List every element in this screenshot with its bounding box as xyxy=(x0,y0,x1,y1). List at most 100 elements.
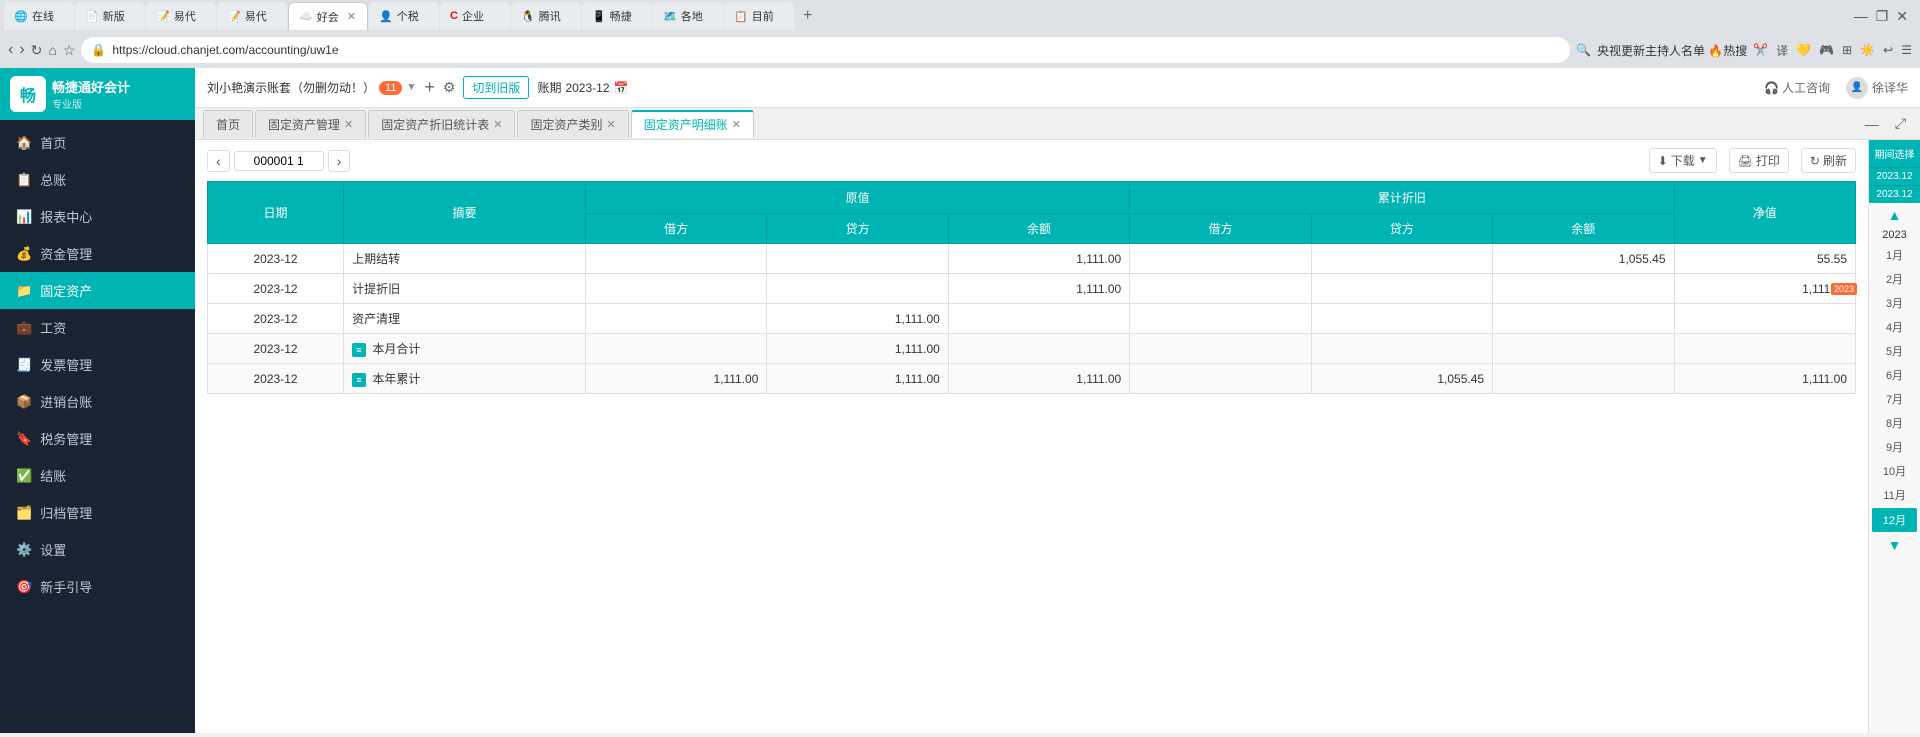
guide-icon: 🎯 xyxy=(16,579,32,595)
sidebar-item-label: 新手引导 xyxy=(40,577,92,596)
period-month-10[interactable]: 10月 xyxy=(1869,459,1920,483)
refresh-btn[interactable]: ↻ 刷新 xyxy=(1801,148,1856,173)
tab-close[interactable]: ✕ xyxy=(732,118,741,131)
sidebar-item-label: 归档管理 xyxy=(40,503,92,522)
scissors-icon[interactable]: ✂️ xyxy=(1753,43,1768,57)
print-label: 打印 xyxy=(1756,152,1780,169)
tab-fixed-assets-mgmt[interactable]: 固定资产管理 ✕ xyxy=(255,110,366,138)
tab-minimize-ctrl[interactable]: — xyxy=(1859,113,1885,134)
tab-item-10[interactable]: 🗺️ 各地 xyxy=(653,2,723,30)
period-panel-title: 期间选择 xyxy=(1869,140,1920,167)
tab-close[interactable]: ✕ xyxy=(493,118,502,131)
tab-item-2[interactable]: 📄 新版 xyxy=(75,2,145,30)
tab-icon: 📋 xyxy=(734,10,748,23)
period-month-3[interactable]: 3月 xyxy=(1869,291,1920,315)
period-month-1[interactable]: 1月 xyxy=(1869,243,1920,267)
sidebar-item-funds[interactable]: 💰 资金管理 xyxy=(0,235,195,272)
tab-homepage[interactable]: 首页 xyxy=(203,110,253,138)
browser-minimize-btn[interactable]: — xyxy=(1854,8,1868,24)
period-month-7[interactable]: 7月 xyxy=(1869,387,1920,411)
print-btn[interactable]: 🖨 打印 xyxy=(1729,148,1789,173)
tab-item-4[interactable]: 📝 易代 xyxy=(217,2,287,30)
tab-asset-category[interactable]: 固定资产类别 ✕ xyxy=(517,110,628,138)
download-btn[interactable]: ⬇ 下载 ▼ xyxy=(1649,148,1717,173)
tab-item-5-active[interactable]: ☁️ 好会 ✕ xyxy=(288,2,368,30)
sidebar-item-fixed-assets[interactable]: 📁 固定资产 xyxy=(0,272,195,309)
tab-expand-ctrl[interactable]: ⤢ xyxy=(1889,113,1912,134)
cell-acc-debit xyxy=(1130,244,1311,274)
tab-icon: 📝 xyxy=(227,10,241,23)
tab-add-button[interactable]: + xyxy=(795,7,820,25)
user-area[interactable]: 👤 徐译华 xyxy=(1846,77,1908,99)
sidebar-item-reports[interactable]: 📊 报表中心 xyxy=(0,198,195,235)
period-month-12-active[interactable]: 12月 xyxy=(1872,508,1917,532)
company-select[interactable]: 刘小艳演示账套（勿删勿动！） 11 ▼ xyxy=(207,79,416,96)
tab-item-9[interactable]: 📱 畅捷 xyxy=(582,2,652,30)
period-scroll-down[interactable]: ▼ xyxy=(1869,533,1920,557)
tab-close[interactable]: ✕ xyxy=(607,118,616,131)
tab-depreciation-stats[interactable]: 固定资产折旧统计表 ✕ xyxy=(368,110,515,138)
sidebar-item-archive[interactable]: 🗂️ 归档管理 xyxy=(0,494,195,531)
period-month-4[interactable]: 4月 xyxy=(1869,315,1920,339)
switch-version-btn[interactable]: 切到旧版 xyxy=(463,76,529,99)
tax-icon: 🔖 xyxy=(16,431,32,447)
menu-icon[interactable]: ☰ xyxy=(1901,43,1912,57)
cell-orig-balance xyxy=(948,304,1129,334)
tab-icon: ☁️ xyxy=(299,10,313,23)
period-month-5[interactable]: 5月 xyxy=(1869,339,1920,363)
nav-back-btn[interactable]: ‹ xyxy=(8,41,13,59)
tab-close[interactable]: ✕ xyxy=(344,118,353,131)
wallet-icon[interactable]: 💛 xyxy=(1796,43,1811,57)
cell-net-value: 1,111.00 xyxy=(1674,364,1856,394)
tab-label: 固定资产明细账 xyxy=(644,116,728,133)
sidebar-item-close-period[interactable]: ✅ 结账 xyxy=(0,457,195,494)
tab-item-3[interactable]: 📝 易代 xyxy=(146,2,216,30)
period-month-11[interactable]: 11月 xyxy=(1869,483,1920,507)
sidebar-item-payroll[interactable]: 💼 工资 xyxy=(0,309,195,346)
grid-icon[interactable]: ⊞ xyxy=(1842,43,1852,57)
sidebar-item-ledger[interactable]: 📋 总账 xyxy=(0,161,195,198)
sidebar-item-settings[interactable]: ⚙️ 设置 xyxy=(0,531,195,568)
sidebar-item-tax[interactable]: 🔖 税务管理 xyxy=(0,420,195,457)
sidebar-item-invoices[interactable]: 🧾 发票管理 xyxy=(0,346,195,383)
tab-item-7[interactable]: C 企业 xyxy=(440,2,510,30)
cell-acc-debit xyxy=(1130,334,1311,364)
url-input[interactable] xyxy=(112,43,1560,57)
tab-close-icon[interactable]: ✕ xyxy=(347,10,356,23)
browser-restore-btn[interactable]: ❐ xyxy=(1876,8,1889,25)
undo-icon[interactable]: ↩ xyxy=(1883,43,1893,57)
sidebar-item-guide[interactable]: 🎯 新手引导 xyxy=(0,568,195,605)
tab-label: 固定资产管理 xyxy=(268,116,340,133)
translate-icon[interactable]: 译 xyxy=(1776,42,1788,59)
period-month-2[interactable]: 2月 xyxy=(1869,267,1920,291)
dropdown-icon: ▼ xyxy=(1698,155,1708,166)
browser-close-btn[interactable]: ✕ xyxy=(1896,8,1908,25)
tab-item-6[interactable]: 👤 个税 xyxy=(369,2,439,30)
calendar-icon[interactable]: 📅 xyxy=(614,81,629,95)
brightness-icon[interactable]: ☀️ xyxy=(1860,43,1875,57)
help-btn[interactable]: 🎧 人工咨询 xyxy=(1764,79,1830,96)
nav-home-btn[interactable]: ⌂ xyxy=(48,42,56,58)
period-month-8[interactable]: 8月 xyxy=(1869,411,1920,435)
nav-forward-btn[interactable]: › xyxy=(19,41,24,59)
period-month-9[interactable]: 9月 xyxy=(1869,435,1920,459)
tab-item-11[interactable]: 📋 目前 xyxy=(724,2,794,30)
sidebar-item-home[interactable]: 🏠 首页 xyxy=(0,124,195,161)
tab-item-1[interactable]: 🌐 在线 xyxy=(4,2,74,30)
nav-refresh-btn[interactable]: ↻ xyxy=(31,42,43,59)
cell-date: 2023-12 xyxy=(208,364,344,394)
period-scroll-up[interactable]: ▲ xyxy=(1869,203,1920,227)
tab-item-8[interactable]: 🐧 腾讯 xyxy=(511,2,581,30)
game-icon[interactable]: 🎮 xyxy=(1819,43,1834,57)
tab-asset-detail[interactable]: 固定资产明细账 ✕ xyxy=(631,110,754,138)
cell-acc-balance xyxy=(1493,304,1674,334)
data-table: 日期 摘要 原值 累计折旧 净值 xyxy=(207,181,1856,394)
add-button[interactable]: + xyxy=(424,77,435,98)
next-page-btn[interactable]: › xyxy=(328,150,351,172)
nav-bookmark-btn[interactable]: ☆ xyxy=(63,42,76,59)
dropdown-icon: ▼ xyxy=(406,82,416,93)
sidebar-item-inventory[interactable]: 📦 进销台账 xyxy=(0,383,195,420)
settings-btn[interactable]: ⚙ xyxy=(443,79,456,96)
period-month-6[interactable]: 6月 xyxy=(1869,363,1920,387)
prev-page-btn[interactable]: ‹ xyxy=(207,150,230,172)
